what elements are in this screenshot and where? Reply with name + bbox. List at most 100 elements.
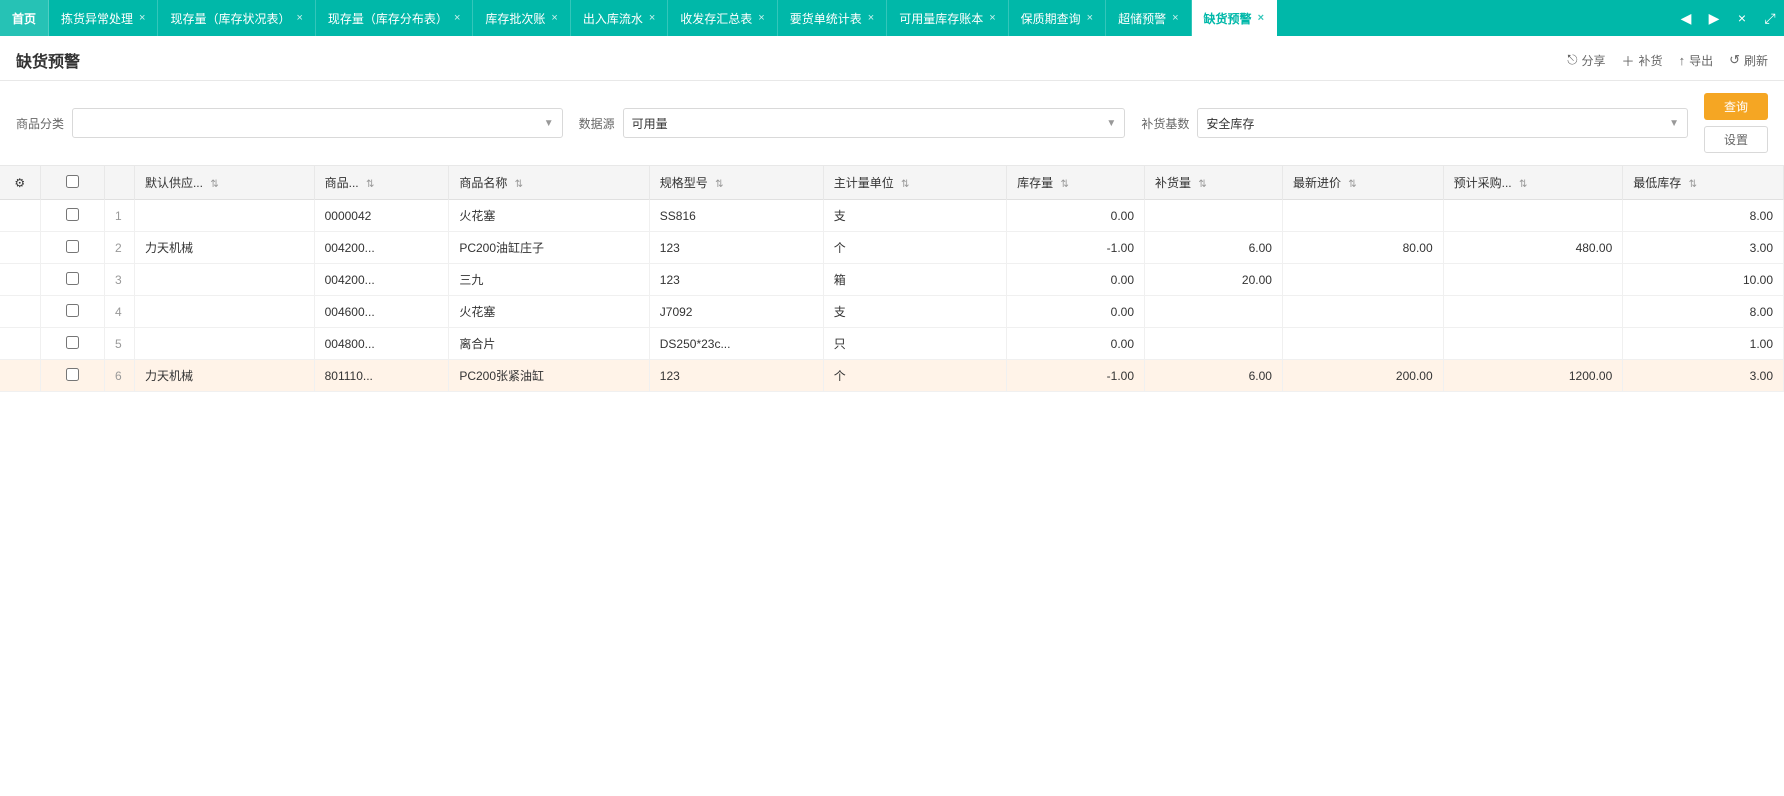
nav-tab[interactable]: 要货单统计表 × bbox=[778, 0, 887, 36]
row-checkbox-cell[interactable] bbox=[40, 264, 104, 296]
nav-home[interactable]: 首页 bbox=[0, 0, 49, 36]
row-latest-price-cell bbox=[1282, 328, 1443, 360]
nav-arrows: ◀ ▶ × ⤢ bbox=[1672, 0, 1784, 36]
tab-label: 缺货预警 bbox=[1204, 10, 1252, 27]
tab-close-icon[interactable]: × bbox=[649, 12, 655, 24]
nav-tab[interactable]: 拣货异常处理× bbox=[49, 0, 158, 36]
tab-label: 出入库流水 bbox=[583, 10, 643, 27]
restock-basis-select[interactable]: 安全库存 ▼ bbox=[1197, 108, 1688, 138]
row-unit-cell: 支 bbox=[823, 296, 1006, 328]
row-est-purchase-cell bbox=[1443, 328, 1623, 360]
row-restock-qty-cell bbox=[1145, 296, 1283, 328]
row-latest-price-cell: 200.00 bbox=[1282, 360, 1443, 392]
datasource-value: 可用量 bbox=[632, 115, 668, 132]
row-code-cell: 004600... bbox=[314, 296, 449, 328]
row-checkbox-cell[interactable] bbox=[40, 200, 104, 232]
row-checkbox[interactable] bbox=[66, 208, 79, 221]
row-gear-cell bbox=[0, 200, 40, 232]
nav-tab[interactable]: 可用量库存账本× bbox=[887, 0, 1008, 36]
datasource-filter-group: 数据源 可用量 ▼ bbox=[579, 108, 1126, 138]
datasource-select[interactable]: 可用量 ▼ bbox=[623, 108, 1126, 138]
column-spec[interactable]: 规格型号 ⇅ bbox=[649, 166, 823, 200]
nav-tab[interactable]: 现存量（库存状况表）× bbox=[158, 0, 315, 36]
column-restock-qty[interactable]: 补货量 ⇅ bbox=[1145, 166, 1283, 200]
tab-label: 要货单统计表 bbox=[790, 10, 862, 27]
query-button[interactable]: 查询 bbox=[1704, 93, 1768, 120]
nav-expand-btn[interactable]: ⤢ bbox=[1756, 0, 1784, 36]
row-min-stock-cell: 8.00 bbox=[1623, 296, 1784, 328]
sort-icon-spec: ⇅ bbox=[715, 179, 723, 190]
tab-close-icon[interactable]: × bbox=[1087, 12, 1093, 24]
row-code-cell: 0000042 bbox=[314, 200, 449, 232]
tab-close-icon[interactable]: × bbox=[139, 12, 145, 24]
export-button[interactable]: ↑ 导出 bbox=[1679, 52, 1714, 69]
tab-close-icon[interactable]: × bbox=[989, 12, 995, 24]
nav-tab[interactable]: 保质期查询× bbox=[1009, 0, 1106, 36]
column-latest-price[interactable]: 最新进价 ⇅ bbox=[1282, 166, 1443, 200]
row-name-cell: 火花塞 bbox=[449, 200, 649, 232]
nav-tab[interactable]: 缺货预警 × bbox=[1192, 0, 1277, 36]
row-checkbox[interactable] bbox=[66, 272, 79, 285]
row-checkbox[interactable] bbox=[66, 336, 79, 349]
table-header-row: ⚙ 默认供应... ⇅ 商品... ⇅ 商品名称 ⇅ 规格型号 ⇅ 主计量单位 … bbox=[0, 166, 1784, 200]
column-gear[interactable]: ⚙ bbox=[0, 166, 40, 200]
settings-button[interactable]: 设置 bbox=[1704, 126, 1768, 153]
category-filter-group: 商品分类 ▼ bbox=[16, 108, 563, 138]
row-restock-qty-cell bbox=[1145, 328, 1283, 360]
row-unit-cell: 个 bbox=[823, 232, 1006, 264]
tab-label: 收发存汇总表 bbox=[680, 10, 752, 27]
row-checkbox[interactable] bbox=[66, 368, 79, 381]
nav-tab[interactable]: 出入库流水 × bbox=[571, 0, 668, 36]
row-gear-cell bbox=[0, 232, 40, 264]
tab-close-icon[interactable]: × bbox=[1172, 12, 1178, 24]
header-actions: ⎋ 分享 ＋ 补货 ↑ 导出 ↺ 刷新 bbox=[1567, 51, 1768, 70]
row-index: 4 bbox=[115, 305, 122, 319]
tab-close-icon[interactable]: × bbox=[454, 12, 460, 24]
select-all-checkbox[interactable] bbox=[66, 175, 79, 188]
row-index: 5 bbox=[115, 337, 122, 351]
nav-tab[interactable]: 库存批次账× bbox=[473, 0, 570, 36]
nav-tab[interactable]: 现存量（库存分布表）× bbox=[316, 0, 473, 36]
table-row: 3 004200... 三九 123 箱 0.00 20.00 10.00 bbox=[0, 264, 1784, 296]
tab-close-icon[interactable]: × bbox=[296, 12, 302, 24]
tab-close-icon[interactable]: × bbox=[758, 12, 764, 24]
row-est-purchase-cell bbox=[1443, 264, 1623, 296]
row-checkbox-cell[interactable] bbox=[40, 328, 104, 360]
tab-close-icon[interactable]: × bbox=[551, 12, 557, 24]
restock-button[interactable]: ＋ 补货 bbox=[1622, 51, 1663, 70]
restock-label: 补货 bbox=[1639, 52, 1663, 69]
share-button[interactable]: ⎋ 分享 bbox=[1567, 52, 1605, 69]
tab-close-icon[interactable]: × bbox=[868, 12, 874, 24]
nav-close-btn[interactable]: × bbox=[1728, 0, 1756, 36]
row-checkbox[interactable] bbox=[66, 240, 79, 253]
column-unit[interactable]: 主计量单位 ⇅ bbox=[823, 166, 1006, 200]
row-supplier-cell bbox=[134, 200, 314, 232]
nav-tab[interactable]: 超储预警× bbox=[1106, 0, 1191, 36]
nav-tab[interactable]: 收发存汇总表 × bbox=[668, 0, 777, 36]
column-product-code[interactable]: 商品... ⇅ bbox=[314, 166, 449, 200]
sort-icon-name: ⇅ bbox=[515, 179, 523, 190]
nav-prev-btn[interactable]: ◀ bbox=[1672, 0, 1700, 36]
column-product-name[interactable]: 商品名称 ⇅ bbox=[449, 166, 649, 200]
share-label: 分享 bbox=[1582, 52, 1606, 69]
column-default-supplier[interactable]: 默认供应... ⇅ bbox=[134, 166, 314, 200]
restock-basis-arrow-icon: ▼ bbox=[1669, 118, 1679, 129]
table-row: 6 力天机械 801110... PC200张紧油缸 123 个 -1.00 6… bbox=[0, 360, 1784, 392]
tab-close-icon[interactable]: × bbox=[1258, 12, 1264, 24]
column-est-purchase[interactable]: 预计采购... ⇅ bbox=[1443, 166, 1623, 200]
sort-icon-code: ⇅ bbox=[366, 179, 374, 190]
row-spec-cell: DS250*23c... bbox=[649, 328, 823, 360]
column-index bbox=[104, 166, 134, 200]
column-stock-qty[interactable]: 库存量 ⇅ bbox=[1007, 166, 1145, 200]
row-checkbox-cell[interactable] bbox=[40, 232, 104, 264]
refresh-button[interactable]: ↺ 刷新 bbox=[1729, 52, 1768, 69]
column-checkbox[interactable] bbox=[40, 166, 104, 200]
nav-next-btn[interactable]: ▶ bbox=[1700, 0, 1728, 36]
row-checkbox-cell[interactable] bbox=[40, 360, 104, 392]
row-checkbox[interactable] bbox=[66, 304, 79, 317]
row-checkbox-cell[interactable] bbox=[40, 296, 104, 328]
column-min-stock[interactable]: 最低库存 ⇅ bbox=[1623, 166, 1784, 200]
nav-bar: 首页 拣货异常处理×现存量（库存状况表）×现存量（库存分布表）×库存批次账×出入… bbox=[0, 0, 1784, 36]
row-stock-qty-cell: -1.00 bbox=[1007, 360, 1145, 392]
category-select[interactable]: ▼ bbox=[72, 108, 563, 138]
